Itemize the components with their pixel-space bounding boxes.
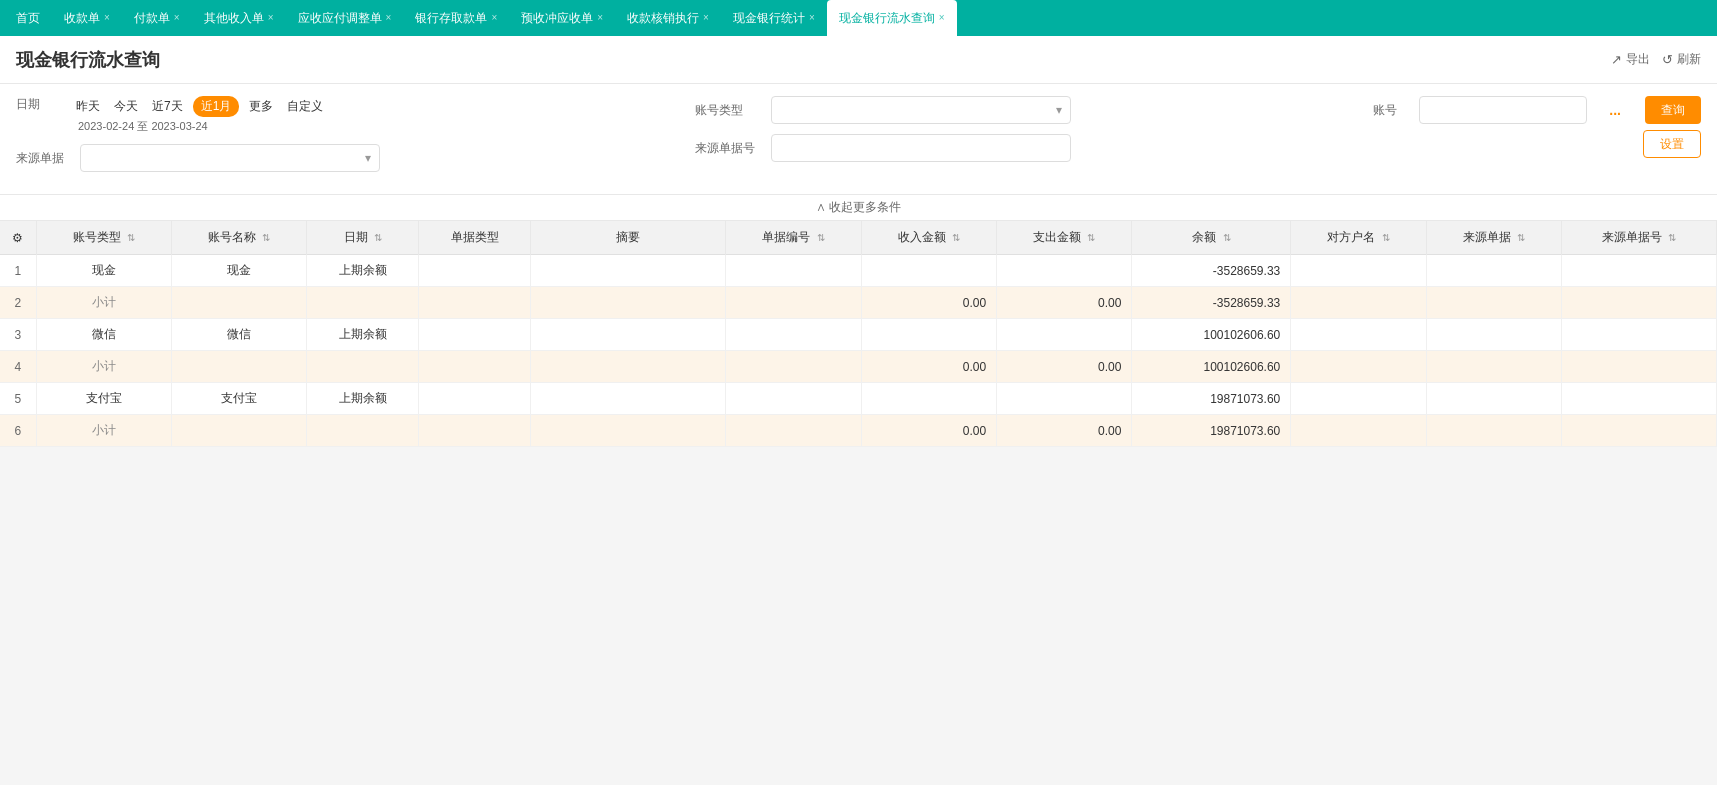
source-doc-num-label: 来源单据号 <box>695 140 755 157</box>
table-row[interactable]: 6小计0.000.0019871073.60 <box>0 415 1717 447</box>
nav-cash-bank-flow-label: 现金银行流水查询 <box>839 0 935 36</box>
nav-payment-label: 付款单 <box>134 0 170 36</box>
sort-source-doc-icon: ⇅ <box>1517 232 1525 243</box>
sort-doc-num-icon: ⇅ <box>817 232 825 243</box>
header-actions: ↗ 导出 ↺ 刷新 <box>1611 51 1701 68</box>
nav-receipt-label: 收款单 <box>64 0 100 36</box>
nav-cash-bank-stats-label: 现金银行统计 <box>733 0 805 36</box>
date-opt-1month[interactable]: 近1月 <box>193 96 240 117</box>
nav-prepay-offset-label: 预收冲应收单 <box>521 0 593 36</box>
col-expense[interactable]: 支出金额 ⇅ <box>997 221 1132 255</box>
sort-account-type-icon: ⇅ <box>127 232 135 243</box>
date-range: 2023-02-24 至 2023-03-24 <box>78 119 327 134</box>
account-type-label: 账号类型 <box>695 102 755 119</box>
nav-bank-deposit-label: 银行存取款单 <box>415 0 487 36</box>
sort-date-icon: ⇅ <box>374 232 382 243</box>
col-account-type[interactable]: 账号类型 ⇅ <box>36 221 171 255</box>
source-doc-num-input[interactable] <box>771 134 1071 162</box>
sort-expense-icon: ⇅ <box>1087 232 1095 243</box>
nav-writeoff-close[interactable]: × <box>703 0 709 36</box>
filter-area: 日期 昨天 今天 近7天 近1月 更多 自定义 2023-02-24 至 202… <box>0 84 1717 195</box>
nav-bank-deposit[interactable]: 银行存取款单 × <box>403 0 509 36</box>
account-type-chevron-icon: ▾ <box>1056 103 1062 117</box>
nav-prepay-offset[interactable]: 预收冲应收单 × <box>509 0 615 36</box>
nav-payment[interactable]: 付款单 × <box>122 0 192 36</box>
export-label: 导出 <box>1626 51 1650 68</box>
nav-cash-bank-flow[interactable]: 现金银行流水查询 × <box>827 0 957 36</box>
nav-ar-ap-adjust-label: 应收应付调整单 <box>298 0 382 36</box>
nav-prepay-offset-close[interactable]: × <box>597 0 603 36</box>
sort-income-icon: ⇅ <box>952 232 960 243</box>
settings-button[interactable]: 设置 <box>1643 130 1701 158</box>
data-table-container: ⚙ 账号类型 ⇅ 账号名称 ⇅ 日期 ⇅ 单据类型 摘要 <box>0 221 1717 447</box>
page-title: 现金银行流水查询 <box>16 48 160 72</box>
nav-home[interactable]: 首页 <box>4 0 52 36</box>
nav-ar-ap-adjust-close[interactable]: × <box>386 0 392 36</box>
top-navigation: 首页 收款单 × 付款单 × 其他收入单 × 应收应付调整单 × 银行存取款单 … <box>0 0 1717 36</box>
query-button[interactable]: 查询 <box>1645 96 1701 124</box>
date-opt-custom[interactable]: 自定义 <box>283 96 327 117</box>
date-opt-more[interactable]: 更多 <box>245 96 277 117</box>
nav-receipt[interactable]: 收款单 × <box>52 0 122 36</box>
sort-counterpart-icon: ⇅ <box>1382 232 1390 243</box>
data-table: ⚙ 账号类型 ⇅ 账号名称 ⇅ 日期 ⇅ 单据类型 摘要 <box>0 221 1717 447</box>
source-doc-chevron-icon: ▾ <box>365 151 371 165</box>
nav-bank-deposit-close[interactable]: × <box>491 0 497 36</box>
export-button[interactable]: ↗ 导出 <box>1611 51 1650 68</box>
date-opt-7days[interactable]: 近7天 <box>148 96 187 117</box>
nav-writeoff-label: 收款核销执行 <box>627 0 699 36</box>
date-options: 昨天 今天 近7天 近1月 更多 自定义 <box>72 96 327 117</box>
col-doc-num[interactable]: 单据编号 ⇅ <box>726 221 861 255</box>
table-row[interactable]: 2小计0.000.00-3528659.33 <box>0 287 1717 319</box>
account-input[interactable] <box>1419 96 1587 124</box>
col-income[interactable]: 收入金额 ⇅ <box>861 221 996 255</box>
date-label: 日期 <box>16 96 56 113</box>
nav-receipt-close[interactable]: × <box>104 0 110 36</box>
table-row[interactable]: 5支付宝支付宝上期余额19871073.60 <box>0 383 1717 415</box>
date-opt-today[interactable]: 今天 <box>110 96 142 117</box>
table-row[interactable]: 3微信微信上期余额100102606.60 <box>0 319 1717 351</box>
export-icon: ↗ <box>1611 52 1622 67</box>
account-type-select[interactable]: ▾ <box>771 96 1071 124</box>
sort-balance-icon: ⇅ <box>1223 232 1231 243</box>
col-counterpart[interactable]: 对方户名 ⇅ <box>1291 221 1426 255</box>
nav-cash-bank-stats[interactable]: 现金银行统计 × <box>721 0 827 36</box>
col-date[interactable]: 日期 ⇅ <box>307 221 419 255</box>
page-header: 现金银行流水查询 ↗ 导出 ↺ 刷新 <box>0 36 1717 84</box>
nav-payment-close[interactable]: × <box>174 0 180 36</box>
gear-icon: ⚙ <box>12 231 23 245</box>
more-dots-button[interactable]: ... <box>1609 102 1621 118</box>
table-header-row: ⚙ 账号类型 ⇅ 账号名称 ⇅ 日期 ⇅ 单据类型 摘要 <box>0 221 1717 255</box>
nav-ar-ap-adjust[interactable]: 应收应付调整单 × <box>286 0 404 36</box>
col-account-name[interactable]: 账号名称 ⇅ <box>171 221 306 255</box>
col-summary: 摘要 <box>531 221 726 255</box>
refresh-label: 刷新 <box>1677 51 1701 68</box>
col-gear[interactable]: ⚙ <box>0 221 36 255</box>
source-doc-label: 来源单据 <box>16 150 64 167</box>
refresh-icon: ↺ <box>1662 52 1673 67</box>
col-doc-type: 单据类型 <box>419 221 531 255</box>
sort-account-name-icon: ⇅ <box>262 232 270 243</box>
table-row[interactable]: 4小计0.000.00100102606.60 <box>0 351 1717 383</box>
collapse-bar[interactable]: ∧ 收起更多条件 <box>0 195 1717 221</box>
nav-other-income[interactable]: 其他收入单 × <box>192 0 286 36</box>
nav-other-income-label: 其他收入单 <box>204 0 264 36</box>
table-row[interactable]: 1现金现金上期余额-3528659.33 <box>0 255 1717 287</box>
nav-writeoff[interactable]: 收款核销执行 × <box>615 0 721 36</box>
account-label: 账号 <box>1373 102 1403 119</box>
table-body: 1现金现金上期余额-3528659.332小计0.000.00-3528659.… <box>0 255 1717 447</box>
col-source-doc-num[interactable]: 来源单据号 ⇅ <box>1561 221 1716 255</box>
nav-home-label: 首页 <box>16 0 40 36</box>
collapse-label: ∧ 收起更多条件 <box>816 200 901 214</box>
nav-cash-bank-flow-close[interactable]: × <box>939 0 945 36</box>
source-doc-select[interactable]: ▾ <box>80 144 380 172</box>
col-balance[interactable]: 余额 ⇅ <box>1132 221 1291 255</box>
nav-cash-bank-stats-close[interactable]: × <box>809 0 815 36</box>
sort-source-doc-num-icon: ⇅ <box>1668 232 1676 243</box>
refresh-button[interactable]: ↺ 刷新 <box>1662 51 1701 68</box>
nav-other-income-close[interactable]: × <box>268 0 274 36</box>
date-opt-yesterday[interactable]: 昨天 <box>72 96 104 117</box>
col-source-doc[interactable]: 来源单据 ⇅ <box>1426 221 1561 255</box>
